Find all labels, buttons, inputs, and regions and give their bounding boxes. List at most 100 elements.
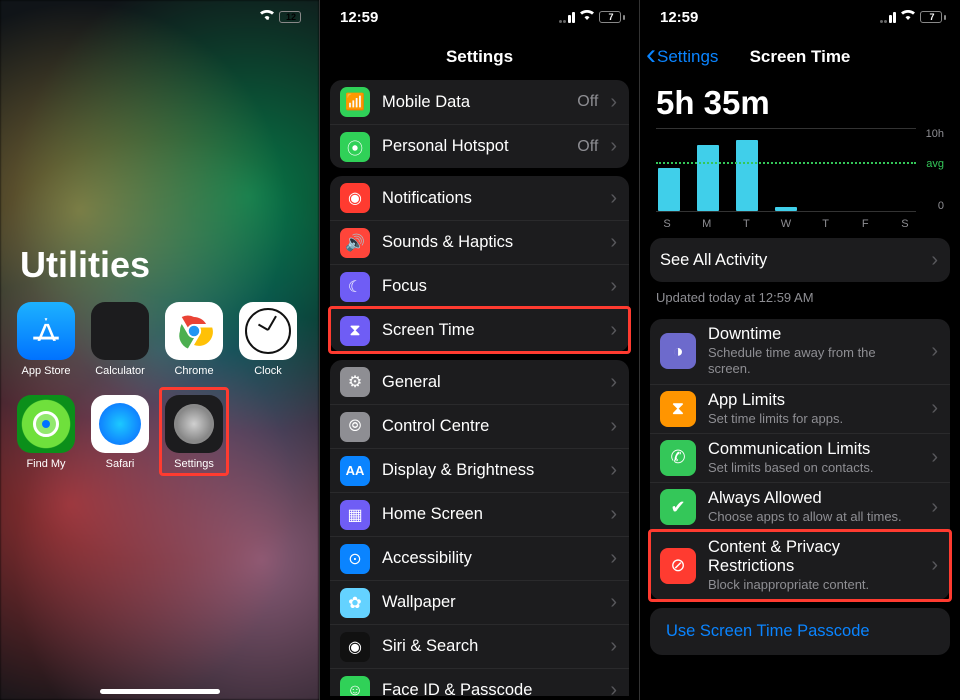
chevron-right-icon: › bbox=[610, 231, 617, 254]
row-focus[interactable]: ☾Focus› bbox=[330, 264, 629, 308]
category-label: T bbox=[735, 218, 757, 230]
group-radio: 📶Mobile DataOff› ⦿Personal HotspotOff› bbox=[330, 80, 629, 168]
chevron-right-icon: › bbox=[931, 340, 938, 363]
wifi-icon bbox=[259, 8, 275, 24]
row-downtime[interactable]: ◑DowntimeSchedule time away from the scr… bbox=[650, 319, 950, 384]
link-icon: ⦿ bbox=[340, 132, 370, 162]
antenna-icon: 📶 bbox=[340, 87, 370, 117]
screentime-panel: 12:59 7 Settings Screen Time 5h 35m 10h … bbox=[640, 0, 960, 700]
text-size-icon: AA bbox=[340, 456, 370, 486]
total-time: 5h 35m bbox=[640, 80, 960, 128]
y-top-label: 10h bbox=[926, 128, 944, 140]
app-clock[interactable]: Clock bbox=[236, 302, 300, 377]
avg-label: avg bbox=[926, 158, 944, 170]
row-app-limits[interactable]: ⧗App LimitsSet time limits for apps.› bbox=[650, 384, 950, 433]
wifi-icon bbox=[579, 8, 595, 24]
sliders-icon: ⦾ bbox=[340, 412, 370, 442]
row-control-centre[interactable]: ⦾Control Centre› bbox=[330, 404, 629, 448]
chevron-right-icon: › bbox=[931, 397, 938, 420]
chevron-right-icon: › bbox=[610, 459, 617, 482]
gear-icon: ⚙ bbox=[340, 367, 370, 397]
category-label: S bbox=[656, 218, 678, 230]
group-activity: See All Activity› bbox=[650, 238, 950, 282]
row-content-restrictions[interactable]: ⊘Content & Privacy RestrictionsBlock ina… bbox=[650, 531, 950, 599]
app-grid: App Store Calculator Chrome Clock Find M… bbox=[0, 302, 319, 470]
app-findmy[interactable]: Find My bbox=[14, 395, 78, 470]
row-use-passcode[interactable]: Use Screen Time Passcode bbox=[650, 608, 950, 655]
row-wallpaper[interactable]: ✿Wallpaper› bbox=[330, 580, 629, 624]
chevron-right-icon: › bbox=[931, 446, 938, 469]
category-label: F bbox=[854, 218, 876, 230]
usage-chart: 10h avg 0 SMTWTFS bbox=[656, 128, 944, 230]
group-general: ⚙General› ⦾Control Centre› AADisplay & B… bbox=[330, 360, 629, 696]
bar bbox=[697, 145, 719, 211]
home-indicator[interactable] bbox=[100, 689, 220, 694]
avg-line-icon bbox=[656, 162, 916, 164]
status-bar: 12:59 7 bbox=[640, 0, 960, 34]
clock-time: 12:59 bbox=[660, 9, 698, 26]
face-id-icon: ☺ bbox=[340, 676, 370, 697]
highlight-box-icon bbox=[159, 387, 229, 476]
row-faceid[interactable]: ☺Face ID & Passcode› bbox=[330, 668, 629, 696]
row-personal-hotspot[interactable]: ⦿Personal HotspotOff› bbox=[330, 124, 629, 168]
homescreen-panel: 12:36 12 Utilities App Store Calculator … bbox=[0, 0, 320, 700]
chevron-right-icon: › bbox=[610, 503, 617, 526]
row-screen-time[interactable]: ⧗Screen Time› bbox=[330, 308, 629, 352]
moon-icon: ☾ bbox=[340, 272, 370, 302]
row-notifications[interactable]: ◉Notifications› bbox=[330, 176, 629, 220]
chevron-right-icon: › bbox=[610, 547, 617, 570]
row-display[interactable]: AADisplay & Brightness› bbox=[330, 448, 629, 492]
battery-icon: 7 bbox=[920, 11, 946, 23]
siri-icon: ◉ bbox=[340, 632, 370, 662]
wifi-icon bbox=[900, 8, 916, 24]
row-always-allowed[interactable]: ✔Always AllowedChoose apps to allow at a… bbox=[650, 482, 950, 531]
y-bottom-label: 0 bbox=[938, 200, 944, 212]
app-appstore[interactable]: App Store bbox=[14, 302, 78, 377]
row-mobile-data[interactable]: 📶Mobile DataOff› bbox=[330, 80, 629, 124]
communication-icon: ✆ bbox=[660, 440, 696, 476]
app-calculator[interactable]: Calculator bbox=[88, 302, 152, 377]
app-safari[interactable]: Safari bbox=[88, 395, 152, 470]
chevron-right-icon: › bbox=[610, 275, 617, 298]
row-see-all-activity[interactable]: See All Activity› bbox=[650, 238, 950, 282]
settings-panel: 12:59 7 Settings 📶Mobile DataOff› ⦿Perso… bbox=[320, 0, 640, 700]
accessibility-icon: ⊙ bbox=[340, 544, 370, 574]
bar bbox=[775, 207, 797, 211]
row-general[interactable]: ⚙General› bbox=[330, 360, 629, 404]
page-title: Screen Time bbox=[750, 47, 851, 67]
app-chrome[interactable]: Chrome bbox=[162, 302, 226, 377]
group-limits: ◑DowntimeSchedule time away from the scr… bbox=[650, 319, 950, 600]
chevron-right-icon: › bbox=[610, 635, 617, 658]
speaker-icon: 🔊 bbox=[340, 228, 370, 258]
cellular-icon bbox=[880, 12, 897, 23]
row-accessibility[interactable]: ⊙Accessibility› bbox=[330, 536, 629, 580]
category-label: W bbox=[775, 218, 797, 230]
downtime-icon: ◑ bbox=[660, 333, 696, 369]
back-button[interactable]: Settings bbox=[646, 46, 718, 69]
chevron-right-icon: › bbox=[610, 319, 617, 342]
bar bbox=[658, 168, 680, 211]
app-limits-icon: ⧗ bbox=[660, 391, 696, 427]
category-label: S bbox=[894, 218, 916, 230]
chevron-left-icon bbox=[646, 46, 656, 69]
app-settings[interactable]: Settings bbox=[162, 395, 226, 470]
hourglass-icon: ⧗ bbox=[340, 316, 370, 346]
row-communication-limits[interactable]: ✆Communication LimitsSet limits based on… bbox=[650, 433, 950, 482]
chevron-right-icon: › bbox=[610, 135, 617, 158]
group-passcode: Use Screen Time Passcode bbox=[650, 608, 950, 655]
category-label: M bbox=[696, 218, 718, 230]
row-siri[interactable]: ◉Siri & Search› bbox=[330, 624, 629, 668]
bell-icon: ◉ bbox=[340, 183, 370, 213]
grid-icon: ▦ bbox=[340, 500, 370, 530]
bar bbox=[736, 140, 758, 211]
status-bar: 12:59 7 bbox=[320, 0, 639, 34]
no-entry-icon: ⊘ bbox=[660, 548, 696, 584]
chevron-right-icon: › bbox=[610, 187, 617, 210]
chevron-right-icon: › bbox=[610, 415, 617, 438]
row-sounds[interactable]: 🔊Sounds & Haptics› bbox=[330, 220, 629, 264]
chevron-right-icon: › bbox=[931, 496, 938, 519]
navbar: Settings bbox=[320, 34, 639, 80]
row-home-screen[interactable]: ▦Home Screen› bbox=[330, 492, 629, 536]
clock-time: 12:59 bbox=[340, 9, 378, 26]
flower-icon: ✿ bbox=[340, 588, 370, 618]
